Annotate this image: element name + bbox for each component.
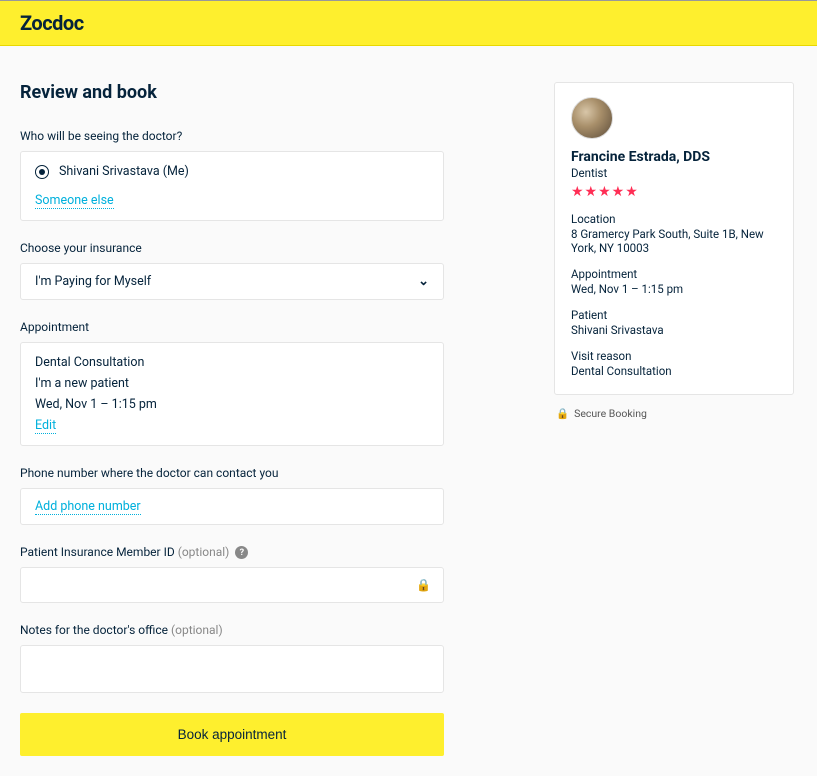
appointment-reason: Dental Consultation xyxy=(35,355,429,370)
appointment-section-label: Appointment xyxy=(20,320,444,334)
someone-else-link[interactable]: Someone else xyxy=(35,193,114,209)
secure-booking-note: 🔒 Secure Booking xyxy=(554,407,794,420)
doctor-avatar xyxy=(571,97,613,139)
booking-form: Review and book Who will be seeing the d… xyxy=(20,82,444,756)
radio-icon xyxy=(35,165,49,179)
add-phone-link[interactable]: Add phone number xyxy=(35,499,141,515)
appointment-value: Wed, Nov 1 – 1:15 pm xyxy=(571,282,777,296)
help-icon[interactable]: ? xyxy=(235,546,248,559)
doctor-name: Francine Estrada, DDS xyxy=(571,149,777,165)
lock-icon: 🔒 xyxy=(416,578,431,592)
appointment-card: Dental Consultation I'm a new patient We… xyxy=(20,342,444,446)
chevron-down-icon: ⌄ xyxy=(418,274,429,289)
appointment-time: Wed, Nov 1 – 1:15 pm xyxy=(35,397,429,412)
rating-stars: ★★★★★ xyxy=(571,184,777,200)
insurance-selected-value: I'm Paying for Myself xyxy=(35,274,151,289)
member-id-label-text: Patient Insurance Member ID xyxy=(20,545,175,559)
main-container: Review and book Who will be seeing the d… xyxy=(0,46,817,776)
insurance-section-label: Choose your insurance xyxy=(20,241,444,255)
appointment-label: Appointment xyxy=(571,267,777,281)
secure-booking-text: Secure Booking xyxy=(574,407,647,420)
edit-appointment-link[interactable]: Edit xyxy=(35,418,56,434)
location-label: Location xyxy=(571,212,777,226)
patient-me-option[interactable]: Shivani Srivastava (Me) xyxy=(35,164,429,179)
lock-icon: 🔒 xyxy=(556,407,569,420)
patient-card: Shivani Srivastava (Me) Someone else xyxy=(20,151,444,221)
brand-logo[interactable]: Zocdoc xyxy=(20,11,797,35)
doctor-specialty: Dentist xyxy=(571,166,777,180)
page-title: Review and book xyxy=(20,82,444,103)
app-header: Zocdoc xyxy=(0,1,817,46)
patient-value: Shivani Srivastava xyxy=(571,323,777,337)
doctor-card: Francine Estrada, DDS Dentist ★★★★★ Loca… xyxy=(554,82,794,395)
book-appointment-button[interactable]: Book appointment xyxy=(20,713,444,756)
member-id-input[interactable]: 🔒 xyxy=(20,567,444,603)
visit-reason-label: Visit reason xyxy=(571,349,777,363)
location-value: 8 Gramercy Park South, Suite 1B, New Yor… xyxy=(571,227,777,255)
summary-panel: Francine Estrada, DDS Dentist ★★★★★ Loca… xyxy=(554,82,794,756)
phone-section-label: Phone number where the doctor can contac… xyxy=(20,466,444,480)
notes-label-text: Notes for the doctor's office xyxy=(20,623,168,637)
visit-reason-value: Dental Consultation xyxy=(571,364,777,378)
appointment-patient-status: I'm a new patient xyxy=(35,376,429,391)
member-id-section-label: Patient Insurance Member ID (optional) ? xyxy=(20,545,444,559)
patient-me-label: Shivani Srivastava (Me) xyxy=(59,164,189,179)
notes-section-label: Notes for the doctor's office (optional) xyxy=(20,623,444,637)
insurance-select[interactable]: I'm Paying for Myself ⌄ xyxy=(20,263,444,300)
notes-textarea[interactable] xyxy=(20,645,444,693)
member-id-optional: (optional) xyxy=(178,545,230,559)
phone-card: Add phone number xyxy=(20,488,444,525)
patient-label: Patient xyxy=(571,308,777,322)
patient-section-label: Who will be seeing the doctor? xyxy=(20,129,444,143)
notes-optional: (optional) xyxy=(171,623,223,637)
